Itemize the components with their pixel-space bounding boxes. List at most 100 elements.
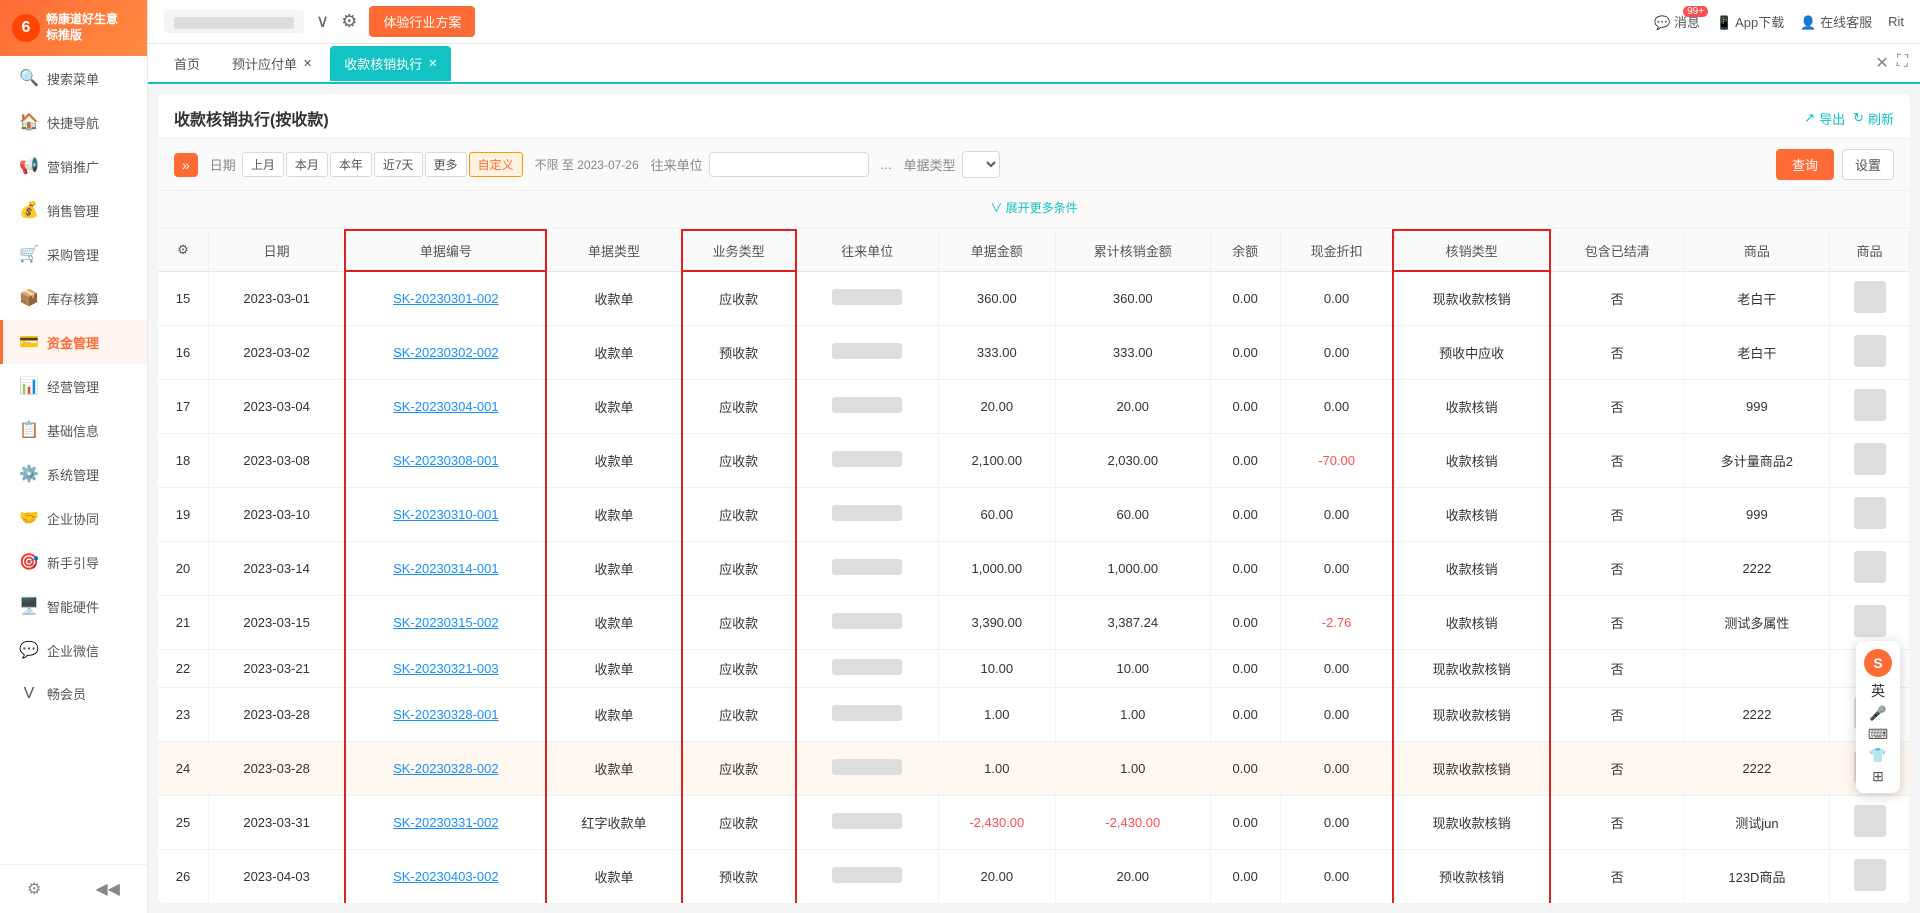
th-biz-type[interactable]: 业务类型	[682, 230, 796, 271]
bill-no-link[interactable]: SK-20230328-001	[393, 707, 499, 722]
cell-bill-no[interactable]: SK-20230331-002	[345, 795, 546, 849]
cell-biz-type: 应收款	[682, 795, 796, 849]
sidebar-item-operation[interactable]: 📊经营管理	[0, 364, 147, 408]
sidebar-item-enterprise[interactable]: 🤝企业协同	[0, 496, 147, 540]
th-amount[interactable]: 单据金额	[938, 230, 1055, 271]
table-row: 242023-03-28SK-20230328-002收款单应收款1.001.0…	[158, 741, 1910, 795]
bill-no-link[interactable]: SK-20230304-001	[393, 399, 499, 414]
bill-no-link[interactable]: SK-20230314-001	[393, 561, 499, 576]
sidebar-item-inventory[interactable]: 📦库存核算	[0, 276, 147, 320]
th-partner[interactable]: 往来单位	[796, 230, 939, 271]
th-bill-no[interactable]: 单据编号	[345, 230, 546, 271]
th-cash-discount[interactable]: 现金折扣	[1280, 230, 1393, 271]
sidebar-item-sales[interactable]: 💰销售管理	[0, 188, 147, 232]
sidebar-item-purchase[interactable]: 🛒采购管理	[0, 232, 147, 276]
tab-home[interactable]: 首页	[160, 46, 214, 81]
sidebar-item-capital[interactable]: 💳资金管理	[0, 320, 147, 364]
last-month-btn[interactable]: 上月	[242, 152, 284, 177]
bill-no-link[interactable]: SK-20230321-003	[393, 661, 499, 676]
refresh-button[interactable]: ↻ 刷新	[1853, 109, 1894, 128]
query-button[interactable]: 查询	[1776, 149, 1834, 180]
th-bill-type[interactable]: 单据类型	[546, 230, 681, 271]
th-settings[interactable]: ⚙	[158, 230, 208, 271]
sidebar-item-marketing[interactable]: 📢营销推广	[0, 144, 147, 188]
sidebar-item-quick-nav[interactable]: 🏠快捷导航	[0, 100, 147, 144]
keyboard-icon[interactable]: ⌨	[1868, 726, 1888, 743]
th-acc-amount[interactable]: 累计核销金额	[1055, 230, 1210, 271]
expand-conditions-button[interactable]: ∨ 展开更多条件	[990, 199, 1077, 216]
this-year-btn[interactable]: 本年	[330, 152, 372, 177]
online-service[interactable]: 👤 在线客服	[1800, 12, 1872, 31]
cell-bill-no[interactable]: SK-20230315-002	[345, 595, 546, 649]
app-download[interactable]: 📱 App下载	[1716, 12, 1784, 31]
partner-input[interactable]	[709, 152, 869, 177]
close-tab-icon[interactable]: ✕	[1875, 53, 1888, 73]
tab-close-receivable[interactable]: ✕	[428, 57, 437, 70]
shirt-icon: 👕	[1869, 747, 1886, 764]
cell-bill-no[interactable]: SK-20230304-001	[345, 379, 546, 433]
custom-date-btn[interactable]: 自定义	[469, 152, 523, 177]
column-settings-button[interactable]: 设置	[1842, 149, 1894, 180]
sidebar-item-hardware[interactable]: 🖥️智能硬件	[0, 584, 147, 628]
filter-toggle-button[interactable]: »	[174, 153, 198, 177]
bill-no-link[interactable]: SK-20230328-002	[393, 761, 499, 776]
sidebar-logo: 6 畅康道好生意 标推版	[0, 0, 147, 56]
cell-bill-no[interactable]: SK-20230308-001	[345, 433, 546, 487]
cell-partner	[796, 849, 939, 903]
sidebar-item-system[interactable]: ⚙️系统管理	[0, 452, 147, 496]
message-badge[interactable]: 💬 消息 99+	[1654, 12, 1700, 31]
tab-close-preorder[interactable]: ✕	[303, 57, 312, 70]
cell-bill-no[interactable]: SK-20230328-001	[345, 687, 546, 741]
cell-acc-amount: 20.00	[1055, 379, 1210, 433]
cell-bill-no[interactable]: SK-20230328-002	[345, 741, 546, 795]
bill-no-link[interactable]: SK-20230310-001	[393, 507, 499, 522]
tab-preorder[interactable]: 预计应付单✕	[218, 46, 326, 81]
maximize-icon[interactable]: ⛶	[1897, 53, 1908, 73]
last-7days-btn[interactable]: 近7天	[374, 152, 423, 177]
service-label: 在线客服	[1820, 15, 1872, 30]
th-balance[interactable]: 余额	[1210, 230, 1280, 271]
bill-type-label: 单据类型	[904, 155, 956, 174]
bill-no-link[interactable]: SK-20230403-002	[393, 869, 499, 884]
dropdown-icon[interactable]: ∨	[316, 11, 329, 32]
user-name[interactable]: Rit	[1888, 14, 1904, 29]
cell-cash-discount: 0.00	[1280, 325, 1393, 379]
sidebar-item-basic[interactable]: 📋基础信息	[0, 408, 147, 452]
cell-product: 999	[1684, 487, 1829, 541]
cell-bill-no[interactable]: SK-20230302-002	[345, 325, 546, 379]
this-month-btn[interactable]: 本月	[286, 152, 328, 177]
th-date[interactable]: 日期	[208, 230, 345, 271]
bill-no-link[interactable]: SK-20230315-002	[393, 615, 499, 630]
tab-receivable[interactable]: 收款核销执行✕	[330, 46, 451, 81]
export-button[interactable]: ↗ 导出	[1804, 109, 1845, 128]
collapse-icon[interactable]: ◀◀	[89, 873, 126, 905]
sidebar-item-member[interactable]: V畅会员	[0, 672, 147, 715]
th-product[interactable]: 商品	[1684, 230, 1829, 271]
sidebar-item-search[interactable]: 🔍搜索菜单	[0, 56, 147, 100]
th-product2[interactable]: 商品	[1830, 230, 1910, 271]
cell-bill-no[interactable]: SK-20230314-001	[345, 541, 546, 595]
cell-amount: 10.00	[938, 649, 1055, 687]
bill-no-link[interactable]: SK-20230302-002	[393, 345, 499, 360]
cell-no: 20	[158, 541, 208, 595]
settings-bottom-icon[interactable]: ⚙	[21, 873, 47, 905]
cell-bill-no[interactable]: SK-20230321-003	[345, 649, 546, 687]
cell-bill-no[interactable]: SK-20230301-002	[345, 271, 546, 325]
cell-bill-no[interactable]: SK-20230403-002	[345, 849, 546, 903]
mic-icon[interactable]: 🎤	[1869, 705, 1886, 722]
bill-no-link[interactable]: SK-20230331-002	[393, 815, 499, 830]
cell-partner	[796, 649, 939, 687]
th-cancel-type[interactable]: 核销类型	[1393, 230, 1549, 271]
sidebar-item-guide[interactable]: 🎯新手引导	[0, 540, 147, 584]
sidebar-item-weixin[interactable]: 💬企业微信	[0, 628, 147, 672]
solution-button[interactable]: 体验行业方案	[369, 6, 475, 37]
cell-bill-no[interactable]: SK-20230310-001	[345, 487, 546, 541]
th-include-settled[interactable]: 包含已结清	[1550, 230, 1684, 271]
nav-label-hardware: 智能硬件	[47, 597, 99, 616]
bill-type-select[interactable]	[962, 151, 1000, 178]
gear-icon[interactable]: ⚙	[341, 11, 357, 32]
more-date-btn[interactable]: 更多	[425, 152, 467, 177]
bill-no-link[interactable]: SK-20230301-002	[393, 291, 499, 306]
cell-cancel-type: 预收款核销	[1393, 849, 1549, 903]
bill-no-link[interactable]: SK-20230308-001	[393, 453, 499, 468]
